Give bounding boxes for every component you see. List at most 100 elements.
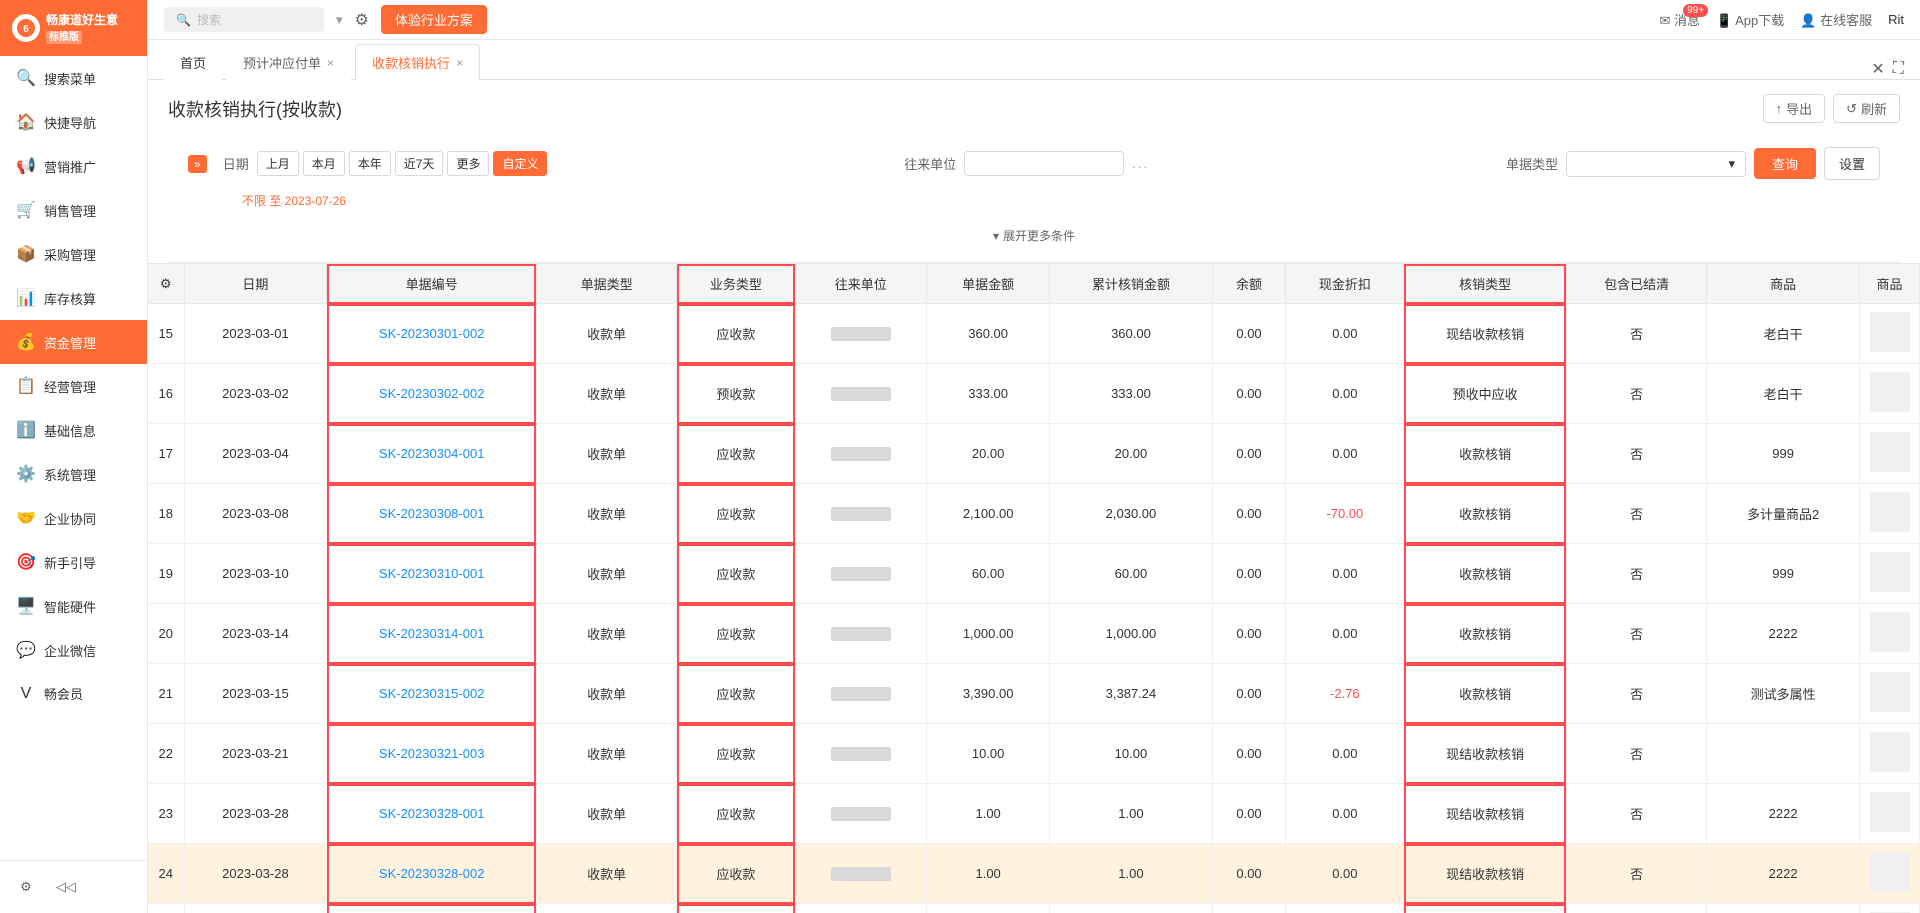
th-discount: 现金折扣 — [1286, 264, 1404, 304]
search-icon: 🔍 — [16, 68, 36, 88]
doc-no-link[interactable]: SK-20230314-001 — [379, 626, 485, 641]
last-month-btn[interactable]: 上月 — [257, 151, 299, 176]
sidebar-item-marketing[interactable]: 📢 营销推广 — [0, 144, 147, 188]
this-year-btn[interactable]: 本年 — [349, 151, 391, 176]
row-date: 2023-03-28 — [184, 844, 327, 904]
member-icon: V — [16, 685, 36, 703]
collapse-arrow[interactable]: » — [188, 155, 207, 173]
row-doc-type: 收款单 — [536, 844, 676, 904]
row-product2 — [1860, 484, 1920, 544]
sidebar-item-enterprise[interactable]: 🤝 企业协同 — [0, 496, 147, 540]
row-biz-type: 应收款 — [677, 844, 795, 904]
message-badge[interactable]: ✉ 消息 99+ — [1660, 10, 1701, 29]
row-balance: 0.00 — [1212, 484, 1286, 544]
user-name: Rit — [1888, 12, 1904, 27]
tab-prepayment[interactable]: 预计冲应付单 × — [226, 44, 351, 80]
row-unit — [795, 724, 927, 784]
col-settings[interactable]: ⚙ — [148, 264, 184, 304]
row-unit — [795, 484, 927, 544]
row-date: 2023-03-28 — [184, 784, 327, 844]
sidebar-item-label: 经营管理 — [44, 377, 96, 396]
row-index: 24 — [148, 844, 184, 904]
doc-no-link[interactable]: SK-20230302-002 — [379, 386, 485, 401]
settings-button[interactable]: ⚙ — [10, 871, 42, 903]
row-writeoff-amount: 1,000.00 — [1050, 604, 1213, 664]
more-date-btn[interactable]: 更多 — [447, 151, 489, 176]
doc-no-link[interactable]: SK-20230328-001 — [379, 806, 485, 821]
export-button[interactable]: ↑ 导出 — [1763, 94, 1826, 123]
online-service[interactable]: 👤 在线客服 — [1800, 10, 1872, 29]
unit-dots: ... — [1132, 156, 1149, 171]
solution-button[interactable]: 体验行业方案 — [381, 5, 487, 34]
filter-setting-button[interactable]: 设置 — [1824, 147, 1880, 180]
sidebar-item-search[interactable]: 🔍 搜索菜单 — [0, 56, 147, 100]
refresh-button[interactable]: ↺ 刷新 — [1833, 94, 1900, 123]
close-window-icon[interactable]: ✕ — [1871, 59, 1884, 79]
row-writeoff-amount: 20.00 — [1050, 424, 1213, 484]
topbar-search[interactable]: 🔍 搜索 — [164, 7, 324, 32]
row-unit — [795, 604, 927, 664]
this-month-btn[interactable]: 本月 — [303, 151, 345, 176]
doc-no-link[interactable]: SK-20230315-002 — [379, 686, 485, 701]
tab-home[interactable]: 首页 — [164, 45, 222, 80]
sidebar-item-hardware[interactable]: 🖥️ 智能硬件 — [0, 584, 147, 628]
custom-date-btn[interactable]: 自定义 — [493, 151, 547, 176]
last-7-days-btn[interactable]: 近7天 — [395, 151, 444, 176]
filter-bar: » 日期 上月 本月 本年 近7天 更多 自定义 往来单位 ... — [168, 135, 1900, 263]
table-row: 15 2023-03-01 SK-20230301-002 收款单 应收款 36… — [148, 304, 1920, 364]
sidebar-item-nav[interactable]: 🏠 快捷导航 — [0, 100, 147, 144]
sidebar-item-guide[interactable]: 🎯 新手引导 — [0, 540, 147, 584]
page-header: 收款核销执行(按收款) ↑ 导出 ↺ 刷新 » 日期 — [148, 80, 1920, 264]
row-doc-type: 收款单 — [536, 784, 676, 844]
row-balance: 0.00 — [1212, 304, 1286, 364]
row-balance: 0.00 — [1212, 664, 1286, 724]
close-tab-icon[interactable]: × — [327, 56, 334, 70]
doc-no-link[interactable]: SK-20230310-001 — [379, 566, 485, 581]
sidebar-item-operations[interactable]: 📋 经营管理 — [0, 364, 147, 408]
doc-no-link[interactable]: SK-20230304-001 — [379, 446, 485, 461]
row-included: 否 — [1566, 784, 1706, 844]
doc-no-link[interactable]: SK-20230308-001 — [379, 506, 485, 521]
search-placeholder: 搜索 — [197, 11, 221, 28]
row-product2 — [1860, 904, 1920, 913]
doc-no-link[interactable]: SK-20230301-002 — [379, 326, 485, 341]
sidebar-item-wechat[interactable]: 💬 企业微信 — [0, 628, 147, 672]
close-tab-icon[interactable]: × — [456, 56, 463, 70]
expand-button[interactable]: ▾ 展开更多条件 — [188, 227, 1880, 244]
row-date: 2023-03-10 — [184, 544, 327, 604]
gear-icon[interactable]: ⚙ — [355, 10, 369, 30]
row-product2 — [1860, 544, 1920, 604]
sidebar-item-basic-info[interactable]: ℹ️ 基础信息 — [0, 408, 147, 452]
row-unit — [795, 364, 927, 424]
query-button[interactable]: 查询 — [1754, 148, 1816, 179]
main-table: ⚙ 日期 单据编号 单据类型 业务类型 往来单位 单据金额 累计核销金额 余额 … — [148, 264, 1920, 913]
unit-input[interactable] — [964, 151, 1124, 176]
row-included: 否 — [1566, 544, 1706, 604]
sidebar-item-inventory[interactable]: 📊 库存核算 — [0, 276, 147, 320]
row-index: 18 — [148, 484, 184, 544]
maximize-icon[interactable]: ⛶ — [1893, 60, 1904, 78]
sidebar-item-finance[interactable]: 💰 资金管理 — [0, 320, 147, 364]
sidebar-item-purchase[interactable]: 📦 采购管理 — [0, 232, 147, 276]
row-amount: 60.00 — [927, 544, 1050, 604]
th-date: 日期 — [184, 264, 327, 304]
sidebar-item-sales[interactable]: 🛒 销售管理 — [0, 188, 147, 232]
row-included: 否 — [1566, 904, 1706, 913]
collapse-button[interactable]: ◁◁ — [50, 871, 82, 903]
row-biz-type: 应收款 — [677, 424, 795, 484]
tab-write-off[interactable]: 收款核销执行 × — [355, 44, 480, 80]
row-product1: 2222 — [1707, 604, 1860, 664]
sidebar-menu: 🔍 搜索菜单 🏠 快捷导航 📢 营销推广 🛒 销售管理 📦 采购管理 📊 库存核… — [0, 56, 147, 860]
doc-no-link[interactable]: SK-20230321-003 — [379, 746, 485, 761]
doc-no-link[interactable]: SK-20230328-002 — [379, 866, 485, 881]
sidebar-item-label: 搜索菜单 — [44, 69, 96, 88]
doc-type-select[interactable]: ▾ — [1566, 151, 1746, 177]
row-writeoff-amount: 2,030.00 — [1050, 484, 1213, 544]
sidebar-item-system[interactable]: ⚙️ 系统管理 — [0, 452, 147, 496]
chevron-down-icon: ▾ — [1728, 156, 1735, 172]
row-product2 — [1860, 664, 1920, 724]
doc-type-label: 单据类型 — [1506, 154, 1558, 173]
app-download[interactable]: 📱 App下载 — [1716, 10, 1784, 29]
sidebar-item-member[interactable]: V 畅会员 — [0, 672, 147, 715]
row-doc-type: 收款单 — [536, 364, 676, 424]
